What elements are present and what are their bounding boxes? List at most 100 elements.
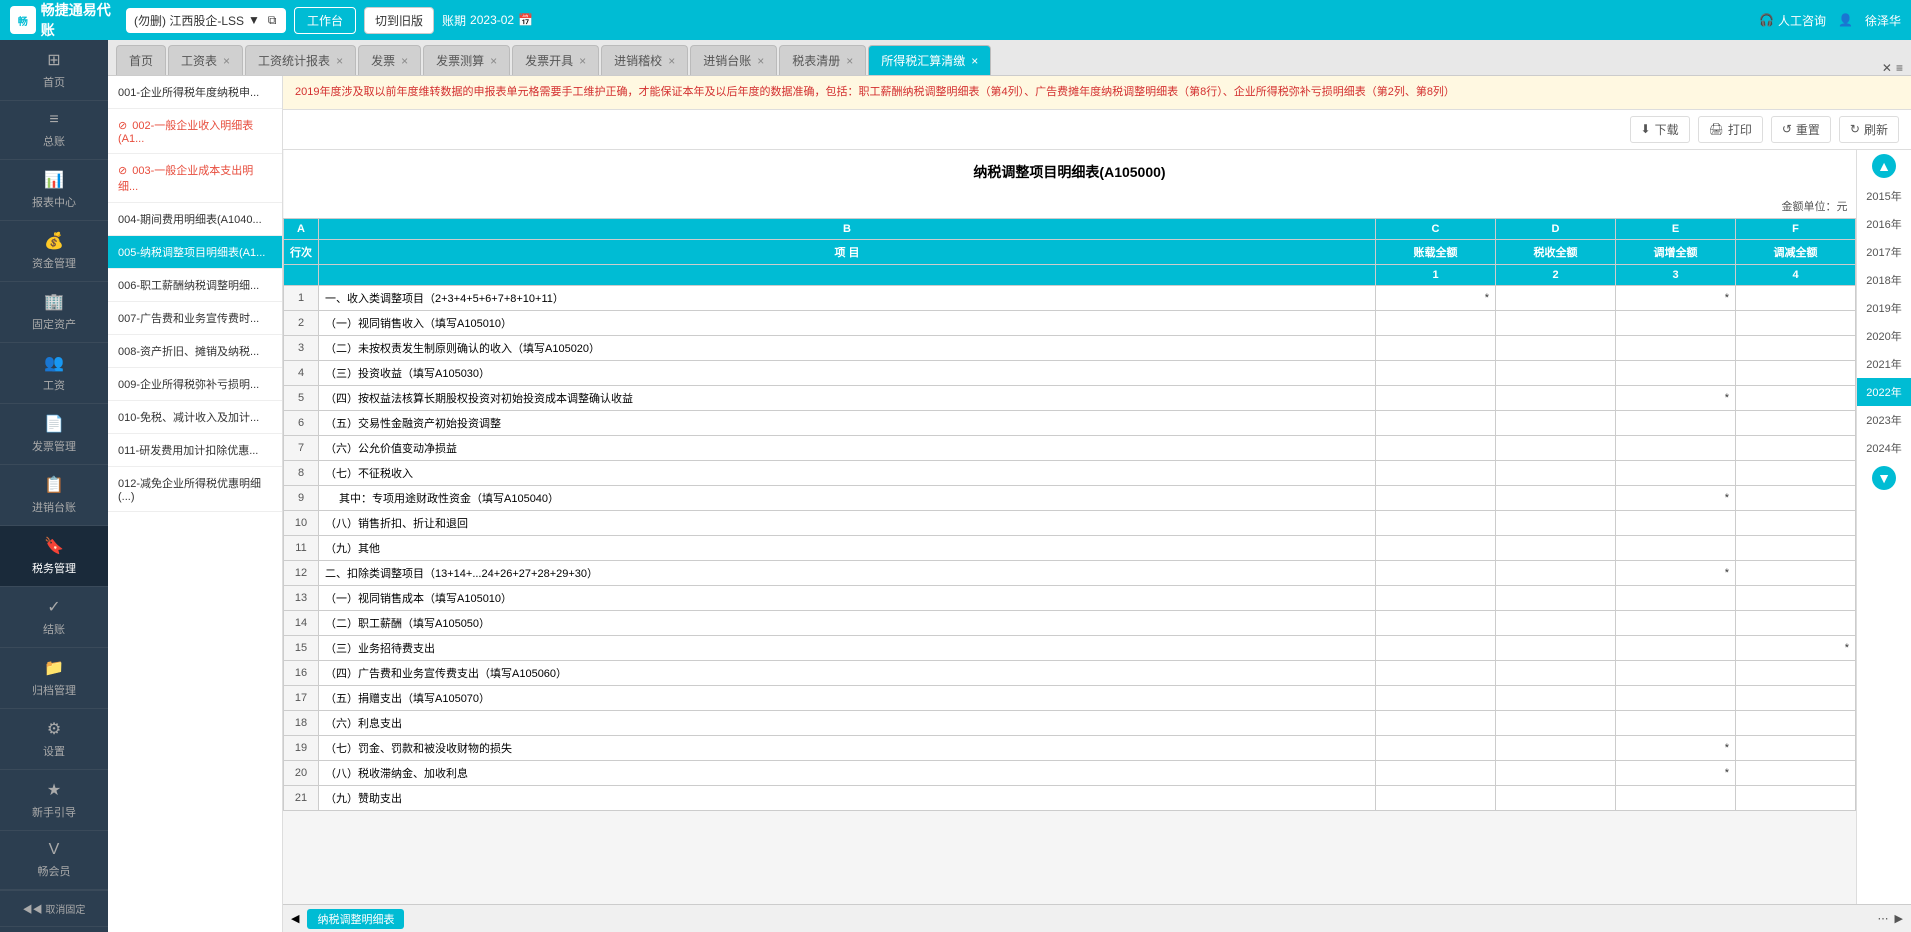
- amount-f[interactable]: [1736, 585, 1856, 610]
- workbench-button[interactable]: 工作台: [294, 7, 356, 34]
- amount-e[interactable]: [1616, 360, 1736, 385]
- amount-d[interactable]: [1496, 385, 1616, 410]
- tab-home[interactable]: 首页: [116, 45, 166, 75]
- amount-e[interactable]: [1616, 535, 1736, 560]
- form-item-002[interactable]: ⊘ 002-一般企业收入明细表(A1...: [108, 109, 282, 154]
- amount-c[interactable]: [1376, 635, 1496, 660]
- amount-d[interactable]: [1496, 460, 1616, 485]
- item-name[interactable]: 其中：专项用途财政性资金（填写A105040）: [319, 485, 1376, 510]
- download-button[interactable]: ⬇ 下载: [1630, 116, 1690, 143]
- tab-purchase-ledger[interactable]: 进销台账 ×: [690, 45, 777, 75]
- tab-purchase-check-close[interactable]: ×: [668, 54, 675, 68]
- form-item-007[interactable]: 007-广告费和业务宣传费时...: [108, 302, 282, 335]
- tab-invoice-open[interactable]: 发票开具 ×: [512, 45, 599, 75]
- amount-e[interactable]: *: [1616, 485, 1736, 510]
- year-2015[interactable]: 2015年: [1857, 182, 1911, 210]
- amount-d[interactable]: [1496, 710, 1616, 735]
- amount-f[interactable]: [1736, 710, 1856, 735]
- amount-d[interactable]: [1496, 735, 1616, 760]
- year-2023[interactable]: 2023年: [1857, 406, 1911, 434]
- tab-invoice-calc[interactable]: 发票测算 ×: [423, 45, 510, 75]
- amount-e[interactable]: [1616, 585, 1736, 610]
- amount-d[interactable]: [1496, 660, 1616, 685]
- sidebar-item-member[interactable]: V 畅会员: [0, 831, 108, 890]
- amount-c[interactable]: [1376, 660, 1496, 685]
- company-selector[interactable]: (勿删) 江西股企-LSS ▼ ⧉: [126, 8, 286, 33]
- item-name[interactable]: （六）利息支出: [319, 710, 1376, 735]
- tab-income-tax[interactable]: 所得税汇算清缴 ×: [868, 45, 991, 75]
- amount-c[interactable]: [1376, 535, 1496, 560]
- amount-d[interactable]: [1496, 335, 1616, 360]
- amount-f[interactable]: *: [1736, 635, 1856, 660]
- calendar-icon[interactable]: 📅: [518, 13, 533, 27]
- tab-invoice-close[interactable]: ×: [401, 54, 408, 68]
- sidebar-item-settle[interactable]: ✓ 结账: [0, 587, 108, 648]
- amount-c[interactable]: [1376, 760, 1496, 785]
- sidebar-item-report-center[interactable]: 📊 报表中心: [0, 160, 108, 221]
- year-2019[interactable]: 2019年: [1857, 294, 1911, 322]
- scroll-right-icon[interactable]: ▶: [1895, 912, 1903, 925]
- scroll-left-icon[interactable]: ◀: [291, 912, 299, 925]
- amount-c[interactable]: [1376, 310, 1496, 335]
- amount-d[interactable]: [1496, 610, 1616, 635]
- item-name[interactable]: （一）视同销售收入（填写A105010）: [319, 310, 1376, 335]
- amount-c[interactable]: [1376, 685, 1496, 710]
- year-2021[interactable]: 2021年: [1857, 350, 1911, 378]
- form-item-005[interactable]: 005-纳税调整项目明细表(A1...: [108, 236, 282, 269]
- amount-c[interactable]: [1376, 560, 1496, 585]
- tab-menu-icon[interactable]: ≡: [1896, 61, 1903, 75]
- amount-f[interactable]: [1736, 610, 1856, 635]
- item-name[interactable]: （四）广告费和业务宣传费支出（填写A105060）: [319, 660, 1376, 685]
- amount-e[interactable]: *: [1616, 285, 1736, 310]
- item-name[interactable]: 二、扣除类调整项目（13+14+...24+26+27+28+29+30）: [319, 560, 1376, 585]
- amount-e[interactable]: [1616, 460, 1736, 485]
- amount-f[interactable]: [1736, 360, 1856, 385]
- tab-invoice[interactable]: 发票 ×: [358, 45, 421, 75]
- amount-e[interactable]: [1616, 610, 1736, 635]
- amount-f[interactable]: [1736, 335, 1856, 360]
- tab-tax-clear-close[interactable]: ×: [846, 54, 853, 68]
- year-2016[interactable]: 2016年: [1857, 210, 1911, 238]
- tab-payroll-close[interactable]: ×: [223, 54, 230, 68]
- amount-f[interactable]: [1736, 485, 1856, 510]
- amount-e[interactable]: [1616, 660, 1736, 685]
- ellipsis-icon[interactable]: ⋯: [1878, 912, 1889, 925]
- year-scroll-up[interactable]: ▲: [1872, 154, 1896, 178]
- sidebar-item-home[interactable]: ⊞ 首页: [0, 40, 108, 101]
- amount-e[interactable]: [1616, 710, 1736, 735]
- tab-purchase-check[interactable]: 进销稽校 ×: [601, 45, 688, 75]
- amount-e[interactable]: *: [1616, 560, 1736, 585]
- form-item-006[interactable]: 006-职工薪酬纳税调整明细...: [108, 269, 282, 302]
- item-name[interactable]: （五）交易性金融资产初始投资调整: [319, 410, 1376, 435]
- amount-c[interactable]: [1376, 735, 1496, 760]
- sidebar-item-fixed-assets[interactable]: 🏢 固定资产: [0, 282, 108, 343]
- old-version-button[interactable]: 切到旧版: [364, 7, 434, 34]
- amount-d[interactable]: [1496, 310, 1616, 335]
- amount-f[interactable]: [1736, 510, 1856, 535]
- form-item-001[interactable]: 001-企业所得税年度纳税申...: [108, 76, 282, 109]
- amount-e[interactable]: *: [1616, 760, 1736, 785]
- amount-f[interactable]: [1736, 410, 1856, 435]
- item-name[interactable]: （九）其他: [319, 535, 1376, 560]
- sidebar-item-capital[interactable]: 💰 资金管理: [0, 221, 108, 282]
- form-item-010[interactable]: 010-免税、减计收入及加计...: [108, 401, 282, 434]
- amount-d[interactable]: [1496, 785, 1616, 810]
- sidebar-item-payroll[interactable]: 👥 工资: [0, 343, 108, 404]
- tab-income-tax-close[interactable]: ×: [971, 54, 978, 68]
- item-name[interactable]: （二）未按权责发生制原则确认的收入（填写A105020）: [319, 335, 1376, 360]
- consult-button[interactable]: 🎧 人工咨询: [1759, 12, 1826, 29]
- amount-d[interactable]: [1496, 510, 1616, 535]
- amount-e[interactable]: [1616, 510, 1736, 535]
- amount-d[interactable]: [1496, 360, 1616, 385]
- amount-d[interactable]: [1496, 285, 1616, 310]
- form-item-009[interactable]: 009-企业所得税弥补亏损明...: [108, 368, 282, 401]
- item-name[interactable]: （三）业务招待费支出: [319, 635, 1376, 660]
- sidebar-item-invoice-mgmt[interactable]: 📄 发票管理: [0, 404, 108, 465]
- tab-payroll[interactable]: 工资表 ×: [168, 45, 243, 75]
- year-2022[interactable]: 2022年: [1857, 378, 1911, 406]
- amount-d[interactable]: [1496, 560, 1616, 585]
- sidebar-item-settings[interactable]: ⚙ 设置: [0, 709, 108, 770]
- item-name[interactable]: （二）职工薪酬（填写A105050）: [319, 610, 1376, 635]
- tab-purchase-ledger-close[interactable]: ×: [757, 54, 764, 68]
- amount-c[interactable]: [1376, 510, 1496, 535]
